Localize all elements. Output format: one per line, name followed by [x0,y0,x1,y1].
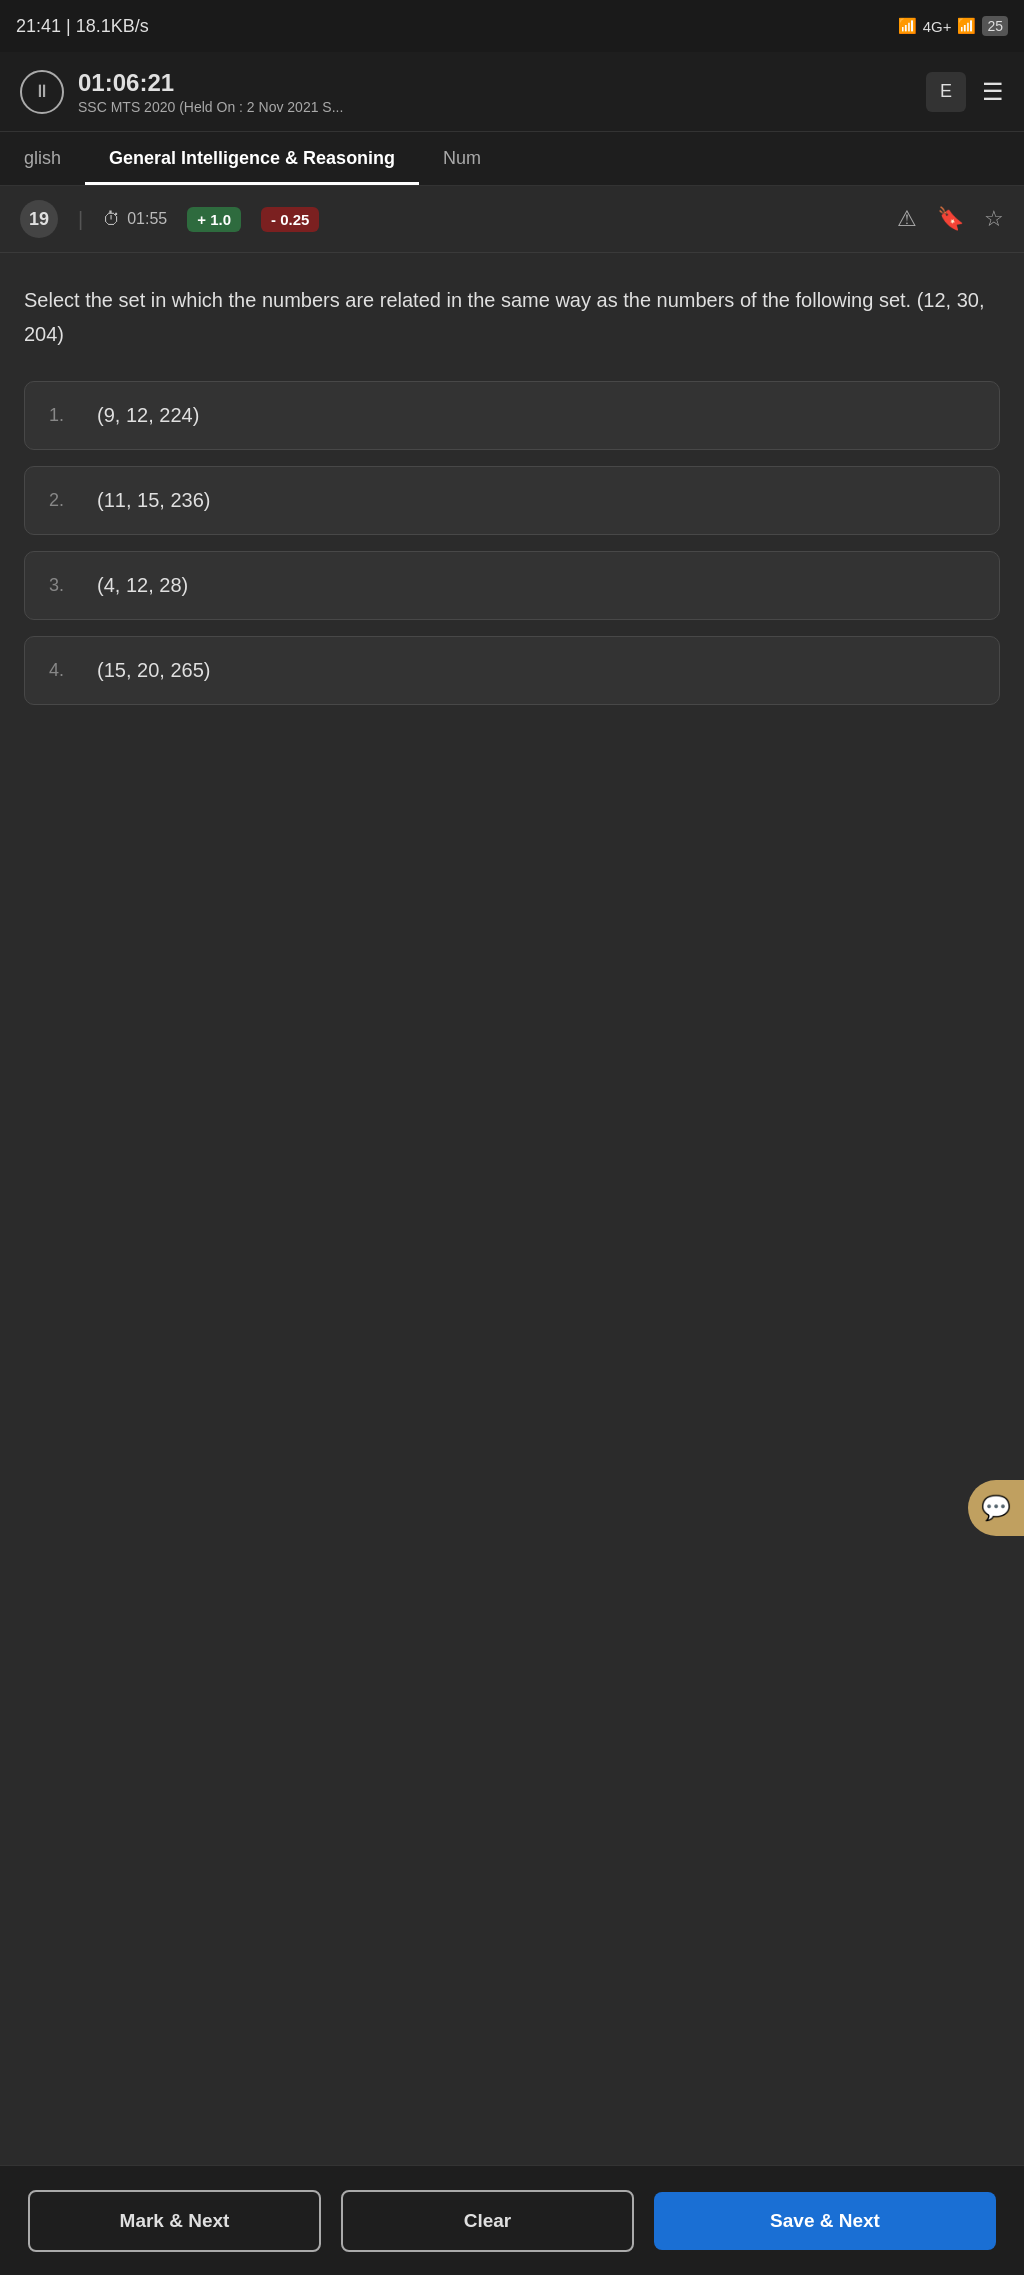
question-number: 19 [20,200,58,238]
tab-reasoning[interactable]: General Intelligence & Reasoning [85,132,419,185]
header: ⏸ 01:06:21 SSC MTS 2020 (Held On : 2 Nov… [0,52,1024,132]
menu-button[interactable]: ☰ [982,78,1004,106]
battery-badge: 25 [982,16,1008,36]
option-4-number: 4. [49,660,77,681]
tab-numerical[interactable]: Num [419,132,505,185]
mark-next-button[interactable]: Mark & Next [28,2190,321,2252]
network-4g-icon: 4G+ [923,18,952,35]
tabs-bar: glish General Intelligence & Reasoning N… [0,132,1024,186]
option-1[interactable]: 1. (9, 12, 224) [24,381,1000,450]
status-bar: 21:41 | 18.1KB/s 📶 4G+ 📶 25 [0,0,1024,52]
signal2-icon: 📶 [957,17,976,35]
pause-button[interactable]: ⏸ [20,70,64,114]
option-1-text: (9, 12, 224) [97,404,199,427]
floating-help-button[interactable]: 💬 [968,1480,1024,1536]
option-1-number: 1. [49,405,77,426]
exam-subtitle: SSC MTS 2020 (Held On : 2 Nov 2021 S... [78,99,343,115]
bookmark-icon: E [940,81,952,102]
option-2-text: (11, 15, 236) [97,489,210,512]
clock-icon: ⏱ [103,209,121,230]
option-4[interactable]: 4. (15, 20, 265) [24,636,1000,705]
pause-icon: ⏸ [33,81,51,102]
floating-icon: 💬 [981,1494,1011,1522]
question-time-value: 01:55 [127,210,167,228]
save-next-button[interactable]: Save & Next [654,2192,996,2250]
question-meta-bar: 19 | ⏱ 01:55 + 1.0 - 0.25 ⚠ 🔖 ☆ [0,186,1024,253]
exam-timer: 01:06:21 [78,69,343,97]
status-right-icons: 📶 4G+ 📶 25 [898,16,1008,36]
bookmark-language-button[interactable]: E [926,72,966,112]
negative-mark-badge: - 0.25 [261,207,319,232]
star-icon[interactable]: ☆ [984,206,1004,232]
option-3[interactable]: 3. (4, 12, 28) [24,551,1000,620]
clear-button[interactable]: Clear [341,2190,634,2252]
bottom-bar: Mark & Next Clear Save & Next [0,2165,1024,2275]
option-2[interactable]: 2. (11, 15, 236) [24,466,1000,535]
header-right: E ☰ [926,72,1004,112]
option-3-number: 3. [49,575,77,596]
question-timer: ⏱ 01:55 [103,209,167,230]
status-time-network: 21:41 | 18.1KB/s [16,16,149,37]
signal-icon: 📶 [898,17,917,35]
bookmark-icon[interactable]: 🔖 [937,206,964,232]
question-body: Select the set in which the numbers are … [0,253,1024,371]
positive-mark-badge: + 1.0 [187,207,241,232]
option-3-text: (4, 12, 28) [97,574,188,597]
question-text: Select the set in which the numbers are … [24,283,1000,351]
options-list: 1. (9, 12, 224) 2. (11, 15, 236) 3. (4, … [0,371,1024,715]
option-2-number: 2. [49,490,77,511]
option-4-text: (15, 20, 265) [97,659,210,682]
meta-divider: | [78,208,83,231]
header-left: ⏸ 01:06:21 SSC MTS 2020 (Held On : 2 Nov… [20,69,343,115]
tab-english[interactable]: glish [0,132,85,185]
header-title-block: 01:06:21 SSC MTS 2020 (Held On : 2 Nov 2… [78,69,343,115]
warning-icon[interactable]: ⚠ [897,206,917,232]
